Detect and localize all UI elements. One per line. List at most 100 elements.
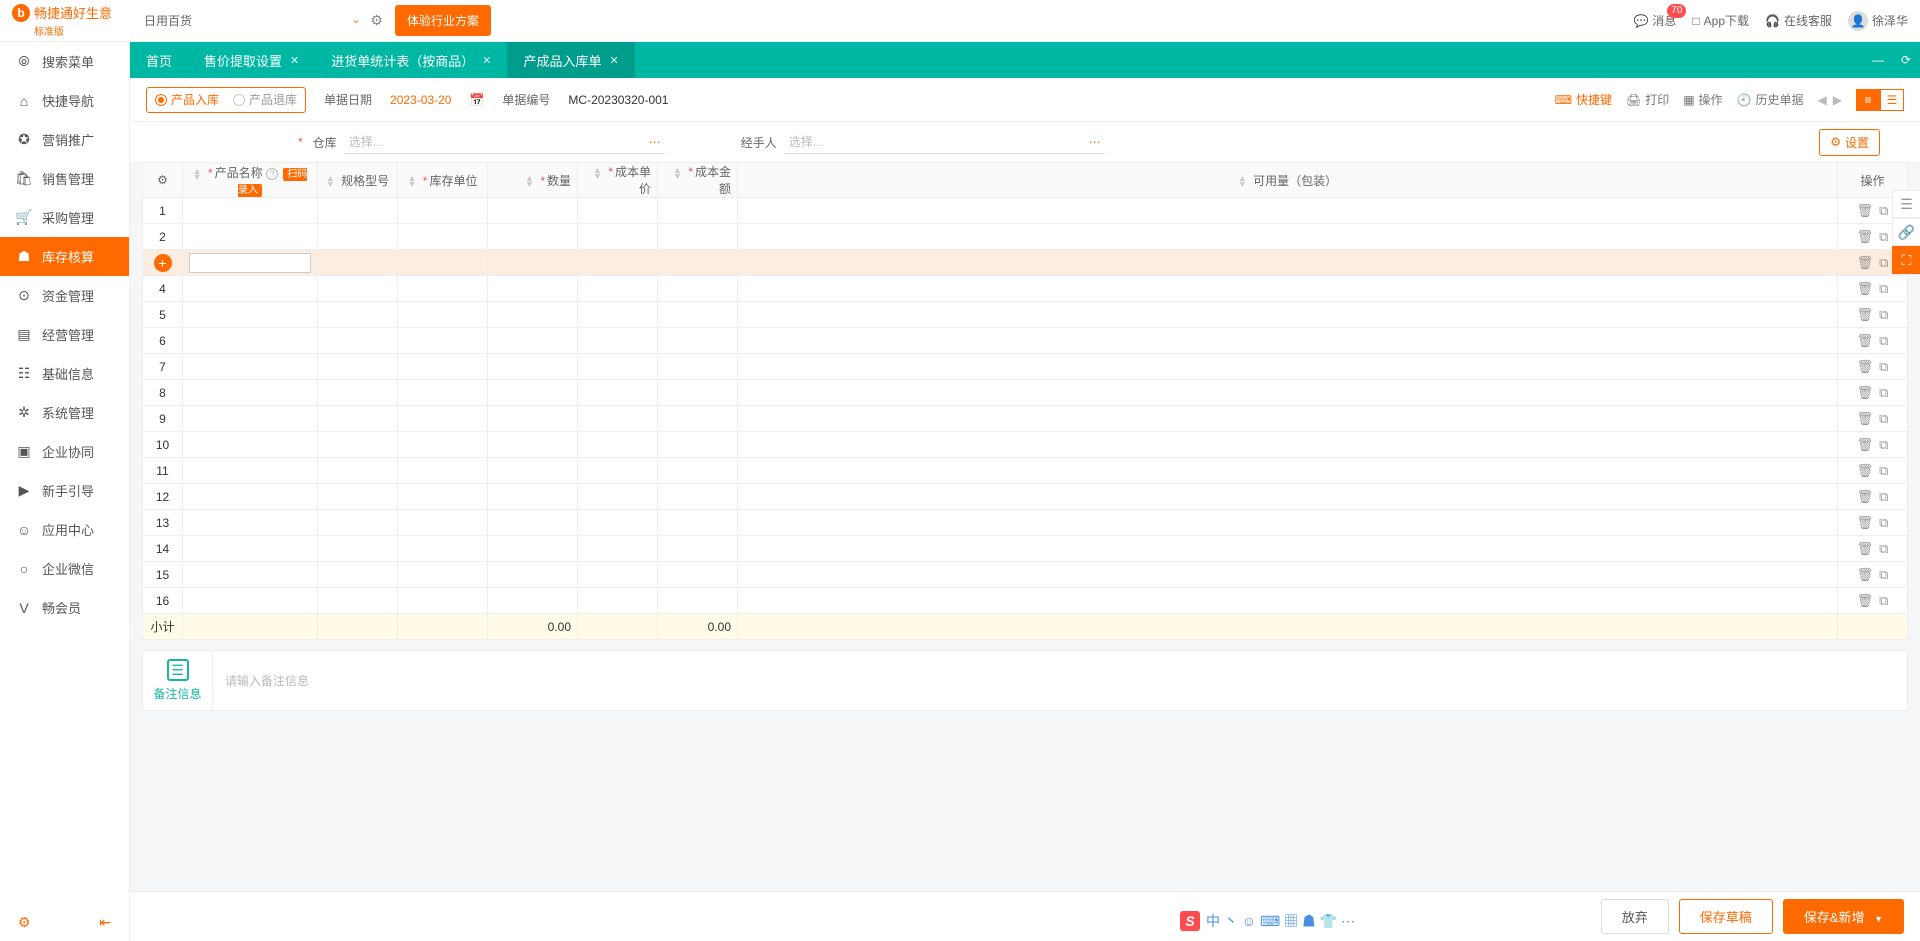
copy-icon[interactable]: ⧉ <box>1879 515 1888 530</box>
delete-icon[interactable]: 🗑 <box>1857 255 1874 270</box>
operate-link[interactable]: ▦ 操作 <box>1683 91 1722 108</box>
remark-input[interactable] <box>213 651 1907 710</box>
col-unit[interactable]: ▲▼ *库存单位 <box>398 163 488 198</box>
user-menu[interactable]: 👤 徐泽华 <box>1848 11 1908 31</box>
table-row[interactable]: 15🗑⧉ <box>143 562 1908 588</box>
help-icon[interactable]: ? <box>266 168 278 180</box>
view-compact-button[interactable]: ☰ <box>1880 89 1904 111</box>
sidebar-item-5[interactable]: ☗库存核算 <box>0 237 129 276</box>
delete-icon[interactable]: 🗑 <box>1857 593 1874 608</box>
handler-select[interactable]: 选择... ⋯ <box>785 130 1105 154</box>
sidebar-item-10[interactable]: ▣企业协同 <box>0 432 129 471</box>
experience-button[interactable]: 体验行业方案 <box>395 5 491 36</box>
delete-icon[interactable]: 🗑 <box>1857 333 1874 348</box>
table-row[interactable]: 12🗑⧉ <box>143 484 1908 510</box>
copy-icon[interactable]: ⧉ <box>1879 541 1888 556</box>
delete-icon[interactable]: 🗑 <box>1857 437 1874 452</box>
copy-icon[interactable]: ⧉ <box>1879 203 1888 218</box>
warehouse-select[interactable]: 选择... ⋯ <box>345 130 665 154</box>
rail-doc-icon[interactable]: ☰ <box>1892 190 1920 218</box>
sidebar-item-2[interactable]: ✪营销推广 <box>0 120 129 159</box>
delete-icon[interactable]: 🗑 <box>1857 203 1874 218</box>
sidebar-item-14[interactable]: V畅会员 <box>0 588 129 627</box>
col-qty[interactable]: ▲▼ *数量 <box>488 163 578 198</box>
history-link[interactable]: 🕘 历史单据 <box>1737 91 1804 108</box>
table-row[interactable]: 10🗑⧉ <box>143 432 1908 458</box>
table-row[interactable]: 7🗑⧉ <box>143 354 1908 380</box>
sidebar-item-1[interactable]: ⌂快捷导航 <box>0 81 129 120</box>
sidebar-item-0[interactable]: ⦾搜索菜单 <box>0 42 129 81</box>
table-row[interactable]: 4🗑⧉ <box>143 276 1908 302</box>
collapse-icon[interactable]: ⇤ <box>99 914 111 931</box>
copy-icon[interactable]: ⧉ <box>1879 333 1888 348</box>
sidebar-item-4[interactable]: 🛒采购管理 <box>0 198 129 237</box>
save-new-button[interactable]: 保存&新增 ▼ <box>1783 899 1904 934</box>
save-draft-button[interactable]: 保存草稿 <box>1679 899 1773 934</box>
copy-icon[interactable]: ⧉ <box>1879 307 1888 322</box>
delete-icon[interactable]: 🗑 <box>1857 463 1874 478</box>
col-spec[interactable]: ▲▼ 规格型号 <box>318 163 398 198</box>
table-row[interactable]: 2🗑⧉ <box>143 224 1908 250</box>
copy-icon[interactable]: ⧉ <box>1879 359 1888 374</box>
calendar-icon[interactable]: 📅 <box>469 93 484 107</box>
radio-product-out[interactable]: 产品退库 <box>233 91 297 108</box>
sidebar-item-9[interactable]: ✲系统管理 <box>0 393 129 432</box>
copy-icon[interactable]: ⧉ <box>1879 411 1888 426</box>
copy-icon[interactable]: ⧉ <box>1879 463 1888 478</box>
tab-1[interactable]: 售价提取设置✕ <box>188 42 315 78</box>
delete-icon[interactable]: 🗑 <box>1857 307 1874 322</box>
close-icon[interactable]: ✕ <box>290 54 299 67</box>
table-row[interactable]: 16🗑⧉ <box>143 588 1908 614</box>
sidebar-item-3[interactable]: 🛍销售管理 <box>0 159 129 198</box>
copy-icon[interactable]: ⧉ <box>1879 229 1888 244</box>
rail-link-icon[interactable]: 🔗 <box>1892 218 1920 246</box>
table-row[interactable]: +🗑⧉ <box>143 250 1908 276</box>
category-select[interactable]: 日用百货 ⌄ ⚙ <box>144 12 383 29</box>
prev-icon[interactable]: ◀ <box>1818 93 1827 107</box>
next-icon[interactable]: ▶ <box>1833 93 1842 107</box>
table-row[interactable]: 1🗑⧉ <box>143 198 1908 224</box>
copy-icon[interactable]: ⧉ <box>1879 593 1888 608</box>
sidebar-item-12[interactable]: ☺应用中心 <box>0 510 129 549</box>
table-row[interactable]: 5🗑⧉ <box>143 302 1908 328</box>
delete-icon[interactable]: 🗑 <box>1857 541 1874 556</box>
table-row[interactable]: 9🗑⧉ <box>143 406 1908 432</box>
product-name-input[interactable] <box>189 253 311 273</box>
copy-icon[interactable]: ⧉ <box>1879 281 1888 296</box>
delete-icon[interactable]: 🗑 <box>1857 385 1874 400</box>
tab-2[interactable]: 进货单统计表（按商品）✕ <box>315 42 507 78</box>
delete-icon[interactable]: 🗑 <box>1857 411 1874 426</box>
print-link[interactable]: 🖨 打印 <box>1626 91 1669 108</box>
col-settings[interactable]: ⚙ <box>143 163 183 198</box>
copy-icon[interactable]: ⧉ <box>1879 437 1888 452</box>
delete-icon[interactable]: 🗑 <box>1857 229 1874 244</box>
delete-icon[interactable]: 🗑 <box>1857 489 1874 504</box>
settings-icon[interactable]: ⚙ <box>18 914 31 931</box>
sidebar-item-8[interactable]: ☷基础信息 <box>0 354 129 393</box>
delete-icon[interactable]: 🗑 <box>1857 515 1874 530</box>
copy-icon[interactable]: ⧉ <box>1879 489 1888 504</box>
refresh-button[interactable]: ⟳ <box>1892 53 1920 67</box>
add-row-icon[interactable]: + <box>154 254 172 272</box>
col-product-name[interactable]: ▲▼ *产品名称 ? 扫码录入 <box>183 163 318 198</box>
messages-link[interactable]: 💬 消息 70 <box>1633 12 1676 29</box>
sidebar-item-11[interactable]: ▶新手引导 <box>0 471 129 510</box>
app-download-link[interactable]: □ App下载 <box>1692 12 1749 29</box>
close-icon[interactable]: ✕ <box>610 54 619 67</box>
delete-icon[interactable]: 🗑 <box>1857 359 1874 374</box>
online-service-link[interactable]: 🎧 在线客服 <box>1765 12 1832 29</box>
col-amt[interactable]: ▲▼ *成本金额 <box>658 163 738 198</box>
radio-product-in[interactable]: 产品入库 <box>155 91 219 108</box>
table-row[interactable]: 6🗑⧉ <box>143 328 1908 354</box>
col-price[interactable]: ▲▼ *成本单价 <box>578 163 658 198</box>
copy-icon[interactable]: ⧉ <box>1879 385 1888 400</box>
delete-icon[interactable]: 🗑 <box>1857 281 1874 296</box>
sidebar-item-6[interactable]: ⊙资金管理 <box>0 276 129 315</box>
minimize-button[interactable]: ― <box>1864 53 1892 67</box>
rail-expand-icon[interactable]: ⛶ <box>1892 246 1920 274</box>
sidebar-item-13[interactable]: ○企业微信 <box>0 549 129 588</box>
table-row[interactable]: 8🗑⧉ <box>143 380 1908 406</box>
close-icon[interactable]: ✕ <box>482 54 491 67</box>
discard-button[interactable]: 放弃 <box>1601 899 1669 934</box>
tab-0[interactable]: 首页 <box>130 42 188 78</box>
